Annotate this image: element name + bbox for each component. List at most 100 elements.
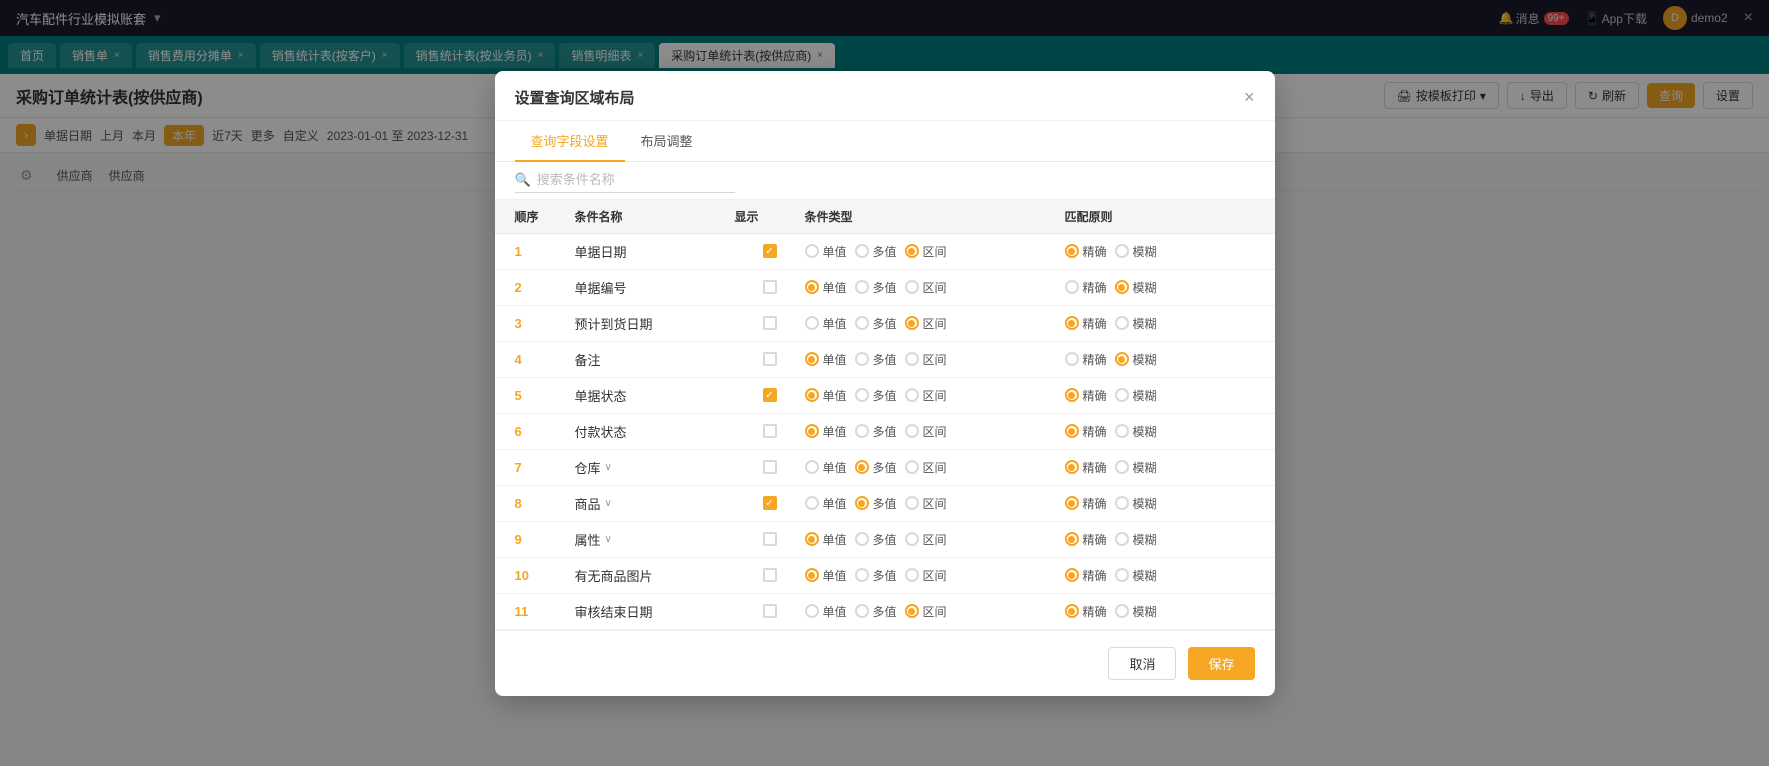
dialog-close-btn[interactable]: × [1244,88,1255,106]
radio-btn[interactable] [905,532,919,546]
radio-btn[interactable] [855,496,869,510]
radio-btn[interactable] [905,388,919,402]
radio-btn[interactable] [1115,352,1129,366]
radio-btn[interactable] [905,604,919,618]
row-display-check[interactable] [735,604,805,618]
row-match: 精确模糊 [1065,351,1275,368]
row-display-check[interactable]: ✓ [735,388,805,402]
radio-btn[interactable] [1065,280,1079,294]
match-radio-group: 模糊 [1115,243,1157,260]
radio-label: 精确 [1083,351,1107,368]
radio-btn[interactable] [1115,244,1129,258]
row-type: 单值多值区间 [805,315,1065,332]
checkbox[interactable] [763,424,777,438]
radio-btn[interactable] [805,316,819,330]
radio-btn[interactable] [855,244,869,258]
row-display-check[interactable]: ✓ [735,496,805,510]
row-display-check[interactable] [735,460,805,474]
radio-btn[interactable] [805,244,819,258]
radio-btn[interactable] [805,460,819,474]
row-display-check[interactable] [735,424,805,438]
radio-btn[interactable] [1115,316,1129,330]
radio-btn[interactable] [905,496,919,510]
row-display-check[interactable]: ✓ [735,244,805,258]
radio-btn[interactable] [1065,532,1079,546]
save-btn[interactable]: 保存 [1188,647,1254,680]
radio-btn[interactable] [905,352,919,366]
row-match: 精确模糊 [1065,495,1275,512]
checkbox[interactable] [763,280,777,294]
radio-btn[interactable] [1065,244,1079,258]
radio-btn[interactable] [905,244,919,258]
dialog-tab-layout[interactable]: 布局调整 [625,121,709,162]
radio-btn[interactable] [905,280,919,294]
radio-btn[interactable] [1115,280,1129,294]
expand-icon[interactable]: ∨ [605,462,612,473]
row-display-check[interactable] [735,316,805,330]
expand-icon[interactable]: ∨ [605,498,612,509]
radio-btn[interactable] [855,280,869,294]
checkbox[interactable]: ✓ [763,388,777,402]
radio-btn[interactable] [905,316,919,330]
checkbox[interactable] [763,352,777,366]
radio-btn[interactable] [805,496,819,510]
radio-btn[interactable] [805,352,819,366]
dialog-overlay[interactable]: 设置查询区域布局 × 查询字段设置 布局调整 🔍 顺序 条件名称 显示 条件类型 [0,0,1769,766]
radio-btn[interactable] [855,316,869,330]
row-match: 精确模糊 [1065,531,1275,548]
radio-btn[interactable] [805,280,819,294]
radio-btn[interactable] [1115,496,1129,510]
radio-btn[interactable] [905,424,919,438]
radio-btn[interactable] [1115,424,1129,438]
radio-label: 单值 [823,351,847,368]
row-display-check[interactable] [735,568,805,582]
radio-btn[interactable] [805,568,819,582]
radio-btn[interactable] [855,424,869,438]
radio-btn[interactable] [1065,496,1079,510]
cancel-btn[interactable]: 取消 [1108,647,1176,680]
radio-btn[interactable] [1115,388,1129,402]
checkbox[interactable] [763,460,777,474]
match-radio-group: 精确 [1065,279,1107,296]
checkbox[interactable] [763,568,777,582]
radio-btn[interactable] [1115,460,1129,474]
radio-btn[interactable] [905,568,919,582]
checkbox[interactable] [763,532,777,546]
radio-btn[interactable] [1065,424,1079,438]
radio-btn[interactable] [1065,460,1079,474]
radio-btn[interactable] [1065,352,1079,366]
dialog-tab-fields[interactable]: 查询字段设置 [515,121,625,162]
search-input[interactable] [537,172,717,187]
radio-label: 模糊 [1133,315,1157,332]
row-match: 精确模糊 [1065,603,1275,620]
radio-btn[interactable] [1065,388,1079,402]
radio-btn[interactable] [905,460,919,474]
checkbox[interactable]: ✓ [763,496,777,510]
checkbox[interactable] [763,316,777,330]
row-display-check[interactable] [735,280,805,294]
radio-btn[interactable] [805,604,819,618]
type-radio-group: 区间 [905,567,947,584]
radio-btn[interactable] [855,532,869,546]
radio-btn[interactable] [855,460,869,474]
radio-btn[interactable] [805,388,819,402]
row-display-check[interactable] [735,532,805,546]
radio-btn[interactable] [855,352,869,366]
radio-btn[interactable] [1065,604,1079,618]
radio-btn[interactable] [855,604,869,618]
radio-btn[interactable] [1115,568,1129,582]
checkbox[interactable]: ✓ [763,244,777,258]
radio-btn[interactable] [805,532,819,546]
radio-btn[interactable] [1115,604,1129,618]
radio-btn[interactable] [1115,532,1129,546]
row-display-check[interactable] [735,352,805,366]
checkbox[interactable] [763,604,777,618]
radio-btn[interactable] [855,388,869,402]
radio-btn[interactable] [1065,316,1079,330]
type-radio-group: 单值 [805,603,847,620]
radio-btn[interactable] [1065,568,1079,582]
row-index: 6 [515,424,575,439]
expand-icon[interactable]: ∨ [605,534,612,545]
radio-btn[interactable] [805,424,819,438]
radio-btn[interactable] [855,568,869,582]
